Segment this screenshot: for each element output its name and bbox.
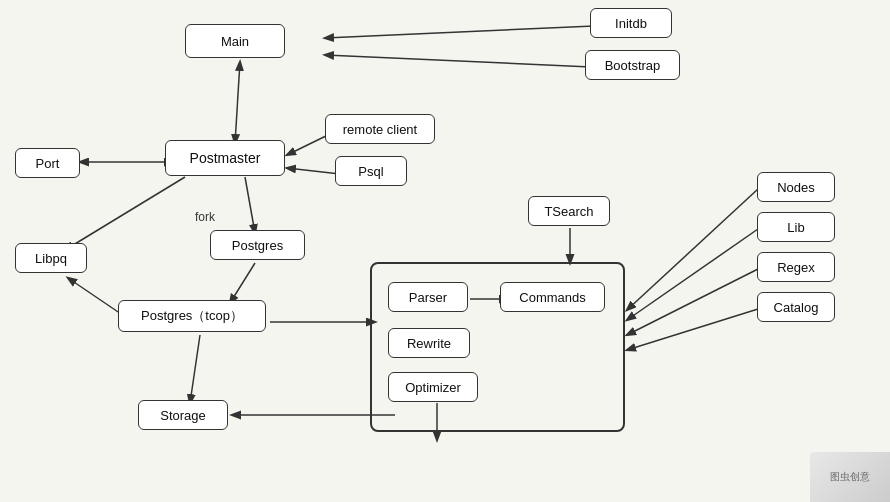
node-catalog: Catalog: [757, 292, 835, 322]
svg-line-2: [235, 62, 240, 143]
svg-line-6: [65, 177, 185, 250]
node-libpq: Libpq: [15, 243, 87, 273]
svg-line-4: [287, 134, 330, 155]
diagram-container: fork Main Initdb Bootstrap Port Postmast…: [0, 0, 890, 502]
svg-line-14: [627, 189, 758, 310]
node-postgres-tcop: Postgres（tcop）: [118, 300, 266, 332]
node-commands: Commands: [500, 282, 605, 312]
node-parser: Parser: [388, 282, 468, 312]
node-postmaster: Postmaster: [165, 140, 285, 176]
node-port: Port: [15, 148, 80, 178]
watermark: 图虫创意: [810, 452, 890, 502]
svg-line-15: [627, 229, 758, 320]
node-main: Main: [185, 24, 285, 58]
fork-label: fork: [195, 210, 215, 224]
svg-line-5: [287, 168, 340, 174]
node-optimizer: Optimizer: [388, 372, 478, 402]
svg-line-9: [230, 263, 255, 303]
node-lib: Lib: [757, 212, 835, 242]
node-nodes: Nodes: [757, 172, 835, 202]
svg-line-17: [627, 309, 758, 350]
node-rewrite: Rewrite: [388, 328, 470, 358]
svg-line-16: [627, 269, 758, 335]
svg-line-8: [245, 177, 255, 233]
node-remote-client: remote client: [325, 114, 435, 144]
node-postgres: Postgres: [210, 230, 305, 260]
node-tsearch: TSearch: [528, 196, 610, 226]
svg-line-10: [190, 335, 200, 403]
node-bootstrap: Bootstrap: [585, 50, 680, 80]
node-psql: Psql: [335, 156, 407, 186]
node-storage: Storage: [138, 400, 228, 430]
node-initdb: Initdb: [590, 8, 672, 38]
node-regex: Regex: [757, 252, 835, 282]
